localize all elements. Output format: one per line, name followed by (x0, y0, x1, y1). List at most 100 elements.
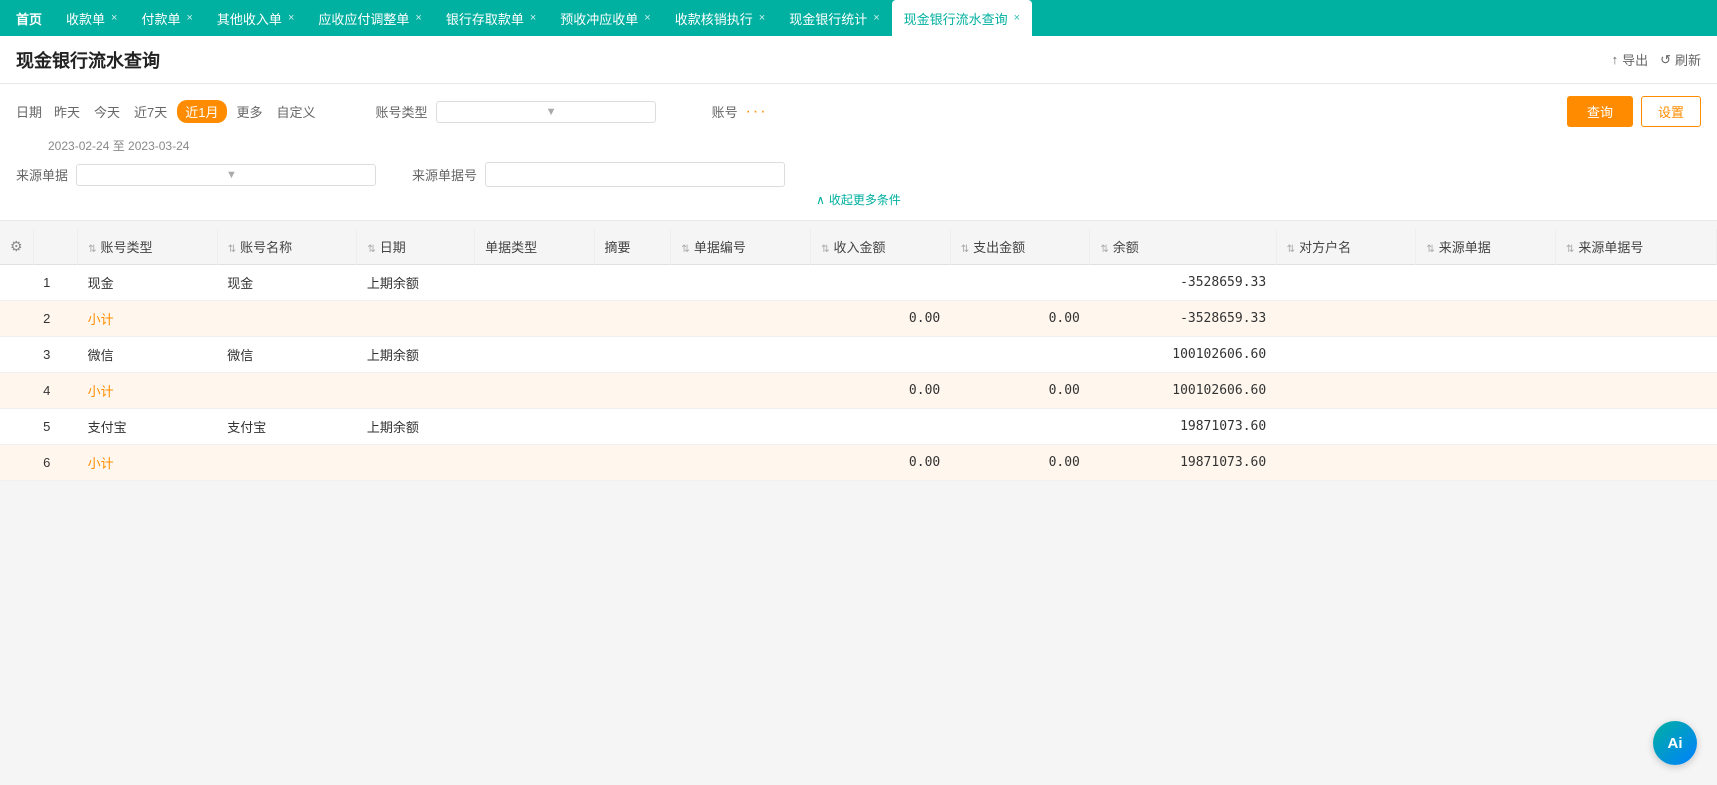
table-cell (950, 265, 1090, 301)
date-yesterday[interactable]: 昨天 (50, 100, 84, 123)
source-doc-select[interactable]: ▼ (76, 164, 376, 186)
table-cell: 100102606.60 (1090, 373, 1276, 409)
settings-button[interactable]: 设置 (1641, 96, 1701, 127)
export-button[interactable]: ↑ 导出 (1612, 50, 1649, 69)
nav-item-cash-bank-flow[interactable]: 现金银行流水查询× (892, 0, 1032, 36)
table-cell (1555, 265, 1716, 301)
th-account-name: ⇅账号名称 (217, 229, 357, 265)
source-doc-label: 来源单据 (16, 165, 68, 184)
date-today[interactable]: 今天 (90, 100, 124, 123)
close-icon[interactable]: × (759, 12, 765, 24)
table-cell (594, 409, 671, 445)
table-row: 4小计0.000.00100102606.60 (0, 373, 1717, 409)
th-summary: 摘要 (594, 229, 671, 265)
table-cell (1276, 445, 1416, 481)
close-icon[interactable]: × (530, 12, 536, 24)
table-cell: 3 (33, 337, 78, 373)
th-income: ⇅收入金额 (811, 229, 951, 265)
date-label: 日期 (16, 102, 42, 121)
nav-item-receipts[interactable]: 收款单× (54, 0, 129, 36)
nav-item-cash-bank-stat[interactable]: 现金银行统计× (777, 0, 891, 36)
date-range-text: 2023-02-24 至 2023-03-24 (48, 139, 189, 153)
account-type-filter-col: 账号类型 ▼ (376, 101, 656, 123)
close-icon[interactable]: × (111, 12, 117, 24)
close-icon[interactable]: × (186, 12, 192, 24)
ai-assistant-button[interactable]: Ai (1653, 721, 1697, 765)
table-cell (1416, 265, 1556, 301)
table-cell (811, 409, 951, 445)
page-header: 现金银行流水查询 ↑ 导出 ↺ 刷新 (0, 36, 1717, 84)
source-doc-no-filter-col: 来源单据号 (412, 162, 785, 187)
table-cell (1555, 337, 1716, 373)
close-icon[interactable]: × (873, 12, 879, 24)
table-header: ⚙ ⇅账号类型 ⇅账号名称 ⇅日期 单据类型 摘要 ⇅单据编号 ⇅收入金额 ⇅支… (0, 229, 1717, 265)
th-doc-no: ⇅单据编号 (671, 229, 811, 265)
table-cell: 6 (33, 445, 78, 481)
nav-item-bank-deposit[interactable]: 银行存取款单× (434, 0, 548, 36)
nav-item-prepay-offset[interactable]: 预收冲应收单× (548, 0, 662, 36)
table-cell (950, 337, 1090, 373)
th-date: ⇅日期 (357, 229, 475, 265)
table-cell (1276, 337, 1416, 373)
date-7days[interactable]: 近7天 (130, 100, 171, 123)
date-range-display: 2023-02-24 至 2023-03-24 (48, 137, 1701, 154)
table-cell: 0.00 (811, 445, 951, 481)
table-cell (475, 445, 594, 481)
table-cell (671, 373, 811, 409)
query-button[interactable]: 查询 (1567, 96, 1633, 127)
th-source-doc: ⇅来源单据 (1416, 229, 1556, 265)
date-custom[interactable]: 自定义 (273, 100, 320, 123)
close-icon[interactable]: × (644, 12, 650, 24)
gear-icon[interactable]: ⚙ (10, 238, 23, 254)
table-cell: 上期余额 (357, 409, 475, 445)
date-more[interactable]: 更多 (233, 100, 267, 123)
table-cell (811, 265, 951, 301)
account-filter-col: 账号 ··· (712, 102, 768, 121)
account-more-button[interactable]: ··· (746, 103, 768, 121)
table-cell (1276, 373, 1416, 409)
table-cell: 现金 (78, 265, 218, 301)
table-cell: 5 (33, 409, 78, 445)
table-cell (475, 337, 594, 373)
table-cell: 微信 (217, 337, 357, 373)
collapse-button[interactable]: ∧ 收起更多条件 (816, 191, 901, 208)
th-source-doc-no: ⇅来源单据号 (1555, 229, 1716, 265)
close-icon[interactable]: × (1014, 12, 1020, 24)
nav-item-other-income[interactable]: 其他收入单× (205, 0, 306, 36)
page-title: 现金银行流水查询 (16, 47, 160, 73)
table-cell (594, 301, 671, 337)
table-cell: 上期余额 (357, 265, 475, 301)
table-cell: 1 (33, 265, 78, 301)
nav-item-payments[interactable]: 付款单× (129, 0, 204, 36)
date-filter-col: 日期 昨天 今天 近7天 近1月 更多 自定义 (16, 100, 320, 123)
table-row: 6小计0.000.0019871073.60 (0, 445, 1717, 481)
th-expense: ⇅支出金额 (950, 229, 1090, 265)
account-type-select[interactable]: ▼ (436, 101, 656, 123)
table-cell (475, 265, 594, 301)
refresh-button[interactable]: ↺ 刷新 (1660, 50, 1701, 69)
table-cell: 0.00 (950, 301, 1090, 337)
table-cell: 100102606.60 (1090, 337, 1276, 373)
table-cell (0, 373, 33, 409)
refresh-icon: ↺ (1660, 52, 1671, 68)
table-cell: 0.00 (950, 445, 1090, 481)
table-cell: 4 (33, 373, 78, 409)
th-settings: ⚙ (0, 229, 33, 265)
close-icon[interactable]: × (288, 12, 294, 24)
table-cell (671, 409, 811, 445)
date-shortcuts: 昨天 今天 近7天 近1月 更多 自定义 (50, 100, 320, 123)
table-cell (950, 409, 1090, 445)
date-1month[interactable]: 近1月 (177, 100, 226, 123)
close-icon[interactable]: × (415, 12, 421, 24)
table-cell (217, 301, 357, 337)
nav-item-collect-verify[interactable]: 收款核销执行× (663, 0, 777, 36)
nav-item-ar-ap-adjust[interactable]: 应收应付调整单× (306, 0, 433, 36)
top-navigation: 首页收款单×付款单×其他收入单×应收应付调整单×银行存取款单×预收冲应收单×收款… (0, 0, 1717, 36)
table-cell: 19871073.60 (1090, 445, 1276, 481)
nav-item-home[interactable]: 首页 (4, 0, 54, 36)
account-type-label: 账号类型 (376, 102, 428, 121)
table-cell: 小计 (78, 301, 218, 337)
source-doc-no-input[interactable] (485, 162, 785, 187)
table-cell (1416, 445, 1556, 481)
chevron-down-icon-2: ▼ (226, 169, 367, 181)
